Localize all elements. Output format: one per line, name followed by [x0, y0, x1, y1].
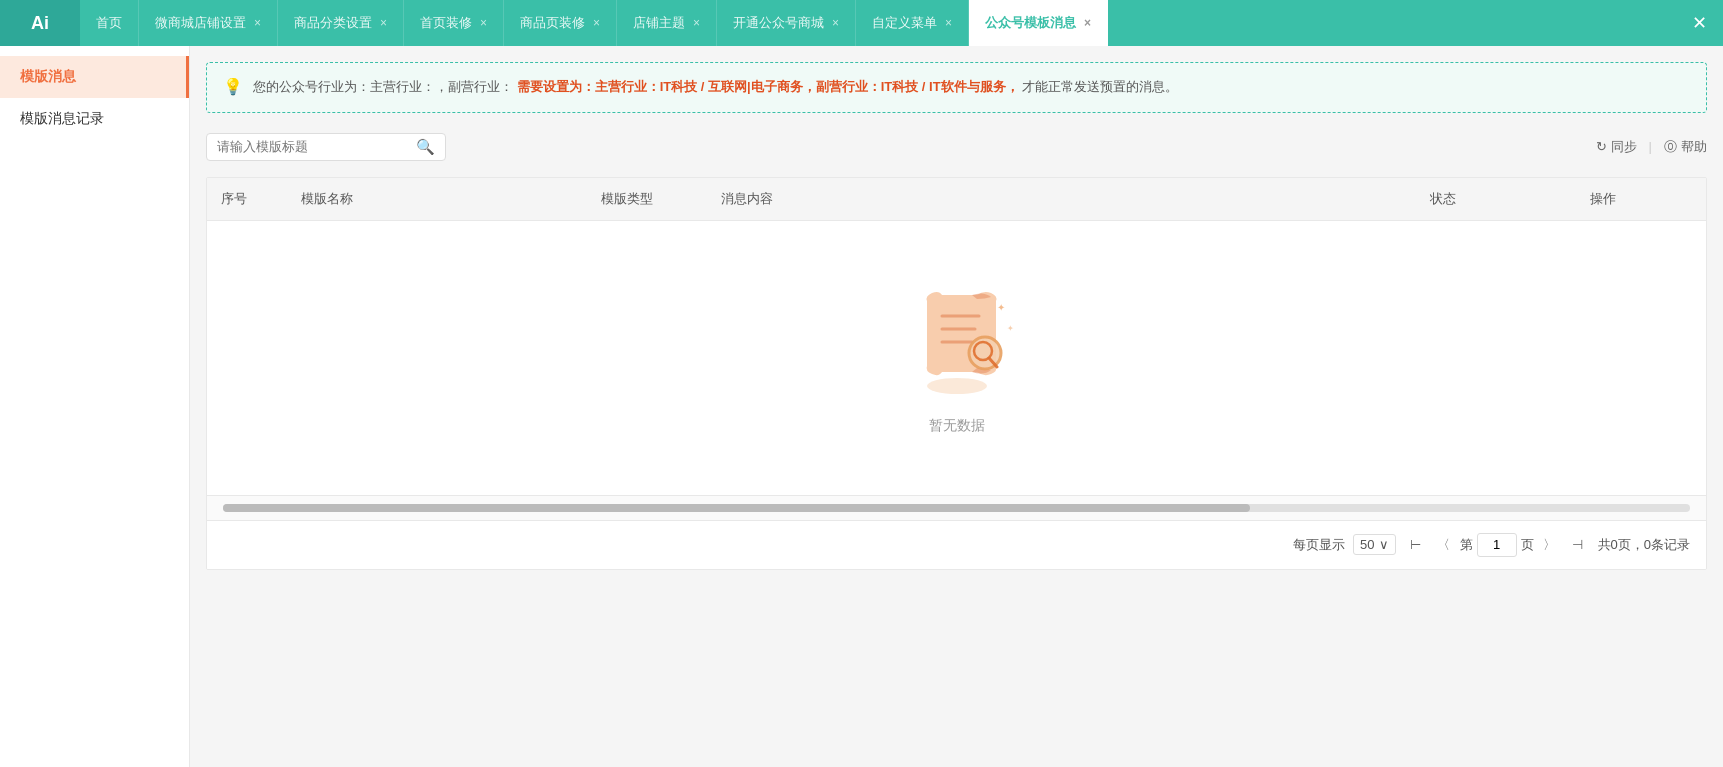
- pagination: 每页显示 50 ∨ ⊢ 〈 第 页 〉 ⊣ 共0页，0条记录: [207, 520, 1706, 569]
- nav-tabs: 首页微商城店铺设置×商品分类设置×首页装修×商品页装修×店铺主题×开通公众号商城…: [80, 0, 1676, 46]
- table-header: 序号 模版名称 模版类型 消息内容 状态 操作: [207, 178, 1706, 221]
- nav-tab-category-settings[interactable]: 商品分类设置×: [278, 0, 404, 46]
- search-input-wrapper: 🔍: [206, 133, 446, 161]
- nav-tab-store-theme[interactable]: 店铺主题×: [617, 0, 717, 46]
- page-size-dropdown-icon: ∨: [1379, 537, 1389, 552]
- sync-button[interactable]: ↻ 同步: [1596, 138, 1637, 156]
- prev-page-button[interactable]: 〈: [1432, 533, 1456, 557]
- nav-tab-close-template-msg[interactable]: ×: [1084, 16, 1091, 30]
- top-nav: Ai 首页微商城店铺设置×商品分类设置×首页装修×商品页装修×店铺主题×开通公众…: [0, 0, 1723, 46]
- col-action-header: 操作: [1576, 178, 1706, 220]
- help-icon: ⓪: [1664, 138, 1677, 156]
- sidebar-item-template-msg[interactable]: 模版消息: [0, 56, 189, 98]
- page-size-label: 每页显示: [1293, 536, 1345, 554]
- col-index-header: 序号: [207, 178, 287, 220]
- nav-tab-template-msg[interactable]: 公众号模板消息×: [969, 0, 1108, 46]
- nav-tab-close-open-mall[interactable]: ×: [832, 16, 839, 30]
- nav-tab-product-decor[interactable]: 商品页装修×: [504, 0, 617, 46]
- alert-highlight: 需要设置为：主营行业：IT科技 / 互联网|电子商务，副营行业：IT科技 / I…: [517, 79, 1019, 94]
- empty-icon: ✦ ✦: [897, 281, 1017, 401]
- alert-icon: 💡: [223, 77, 243, 96]
- nav-tab-home-decor[interactable]: 首页装修×: [404, 0, 504, 46]
- nav-tab-open-mall[interactable]: 开通公众号商城×: [717, 0, 856, 46]
- search-input[interactable]: [217, 139, 416, 154]
- nav-tab-shop-settings[interactable]: 微商城店铺设置×: [139, 0, 278, 46]
- alert-prefix: 您的公众号行业为：主营行业：，副营行业：: [253, 79, 513, 94]
- close-all-button[interactable]: ✕: [1676, 0, 1723, 46]
- content-area: 💡 您的公众号行业为：主营行业：，副营行业： 需要设置为：主营行业：IT科技 /…: [190, 46, 1723, 767]
- page-size-select[interactable]: 50 ∨: [1353, 534, 1395, 555]
- search-icon[interactable]: 🔍: [416, 138, 435, 156]
- last-page-button[interactable]: ⊣: [1566, 533, 1590, 557]
- search-bar: 🔍 ↻ 同步 | ⓪ 帮助: [206, 133, 1707, 161]
- nav-tab-close-shop-settings[interactable]: ×: [254, 16, 261, 30]
- scroll-thumb[interactable]: [223, 504, 1250, 512]
- next-page-button[interactable]: 〉: [1538, 533, 1562, 557]
- col-name-header: 模版名称: [287, 178, 587, 220]
- search-actions: ↻ 同步 | ⓪ 帮助: [1596, 138, 1707, 156]
- page-unit: 页: [1521, 536, 1534, 554]
- svg-point-0: [927, 378, 987, 394]
- nav-tab-close-product-decor[interactable]: ×: [593, 16, 600, 30]
- brand-logo: Ai: [0, 0, 80, 46]
- nav-tab-close-category-settings[interactable]: ×: [380, 16, 387, 30]
- col-type-header: 模版类型: [587, 178, 707, 220]
- main-layout: 模版消息模版消息记录 💡 您的公众号行业为：主营行业：，副营行业： 需要设置为：…: [0, 46, 1723, 767]
- sync-icon: ↻: [1596, 139, 1607, 154]
- page-size-value: 50: [1360, 537, 1374, 552]
- first-page-button[interactable]: ⊢: [1404, 533, 1428, 557]
- nav-tab-home[interactable]: 首页: [80, 0, 139, 46]
- nav-tab-custom-menu[interactable]: 自定义菜单×: [856, 0, 969, 46]
- page-number-input[interactable]: [1477, 533, 1517, 557]
- nav-tab-close-store-theme[interactable]: ×: [693, 16, 700, 30]
- help-button[interactable]: ⓪ 帮助: [1664, 138, 1707, 156]
- nav-tab-close-home-decor[interactable]: ×: [480, 16, 487, 30]
- col-content-header: 消息内容: [707, 178, 1416, 220]
- alert-box: 💡 您的公众号行业为：主营行业：，副营行业： 需要设置为：主营行业：IT科技 /…: [206, 62, 1707, 113]
- scroll-track[interactable]: [223, 504, 1690, 512]
- page-total: 共0页，0条记录: [1598, 536, 1690, 554]
- alert-text: 您的公众号行业为：主营行业：，副营行业： 需要设置为：主营行业：IT科技 / 互…: [253, 77, 1178, 98]
- col-status-header: 状态: [1416, 178, 1576, 220]
- sync-label: 同步: [1611, 138, 1637, 156]
- svg-text:✦: ✦: [1007, 324, 1014, 333]
- alert-suffix: 才能正常发送预置的消息。: [1022, 79, 1178, 94]
- empty-text: 暂无数据: [929, 417, 985, 435]
- empty-state: ✦ ✦ 暂无数据: [207, 221, 1706, 495]
- svg-text:✦: ✦: [997, 302, 1005, 313]
- data-table: 序号 模版名称 模版类型 消息内容 状态 操作: [206, 177, 1707, 570]
- nav-tab-close-custom-menu[interactable]: ×: [945, 16, 952, 30]
- sidebar: 模版消息模版消息记录: [0, 46, 190, 767]
- divider: |: [1649, 139, 1652, 154]
- page-nav: ⊢ 〈 第 页 〉 ⊣: [1404, 533, 1590, 557]
- scroll-bar-wrapper: [207, 495, 1706, 520]
- help-label: 帮助: [1681, 138, 1707, 156]
- current-page-label: 第: [1460, 536, 1473, 554]
- sidebar-item-template-msg-record[interactable]: 模版消息记录: [0, 98, 189, 140]
